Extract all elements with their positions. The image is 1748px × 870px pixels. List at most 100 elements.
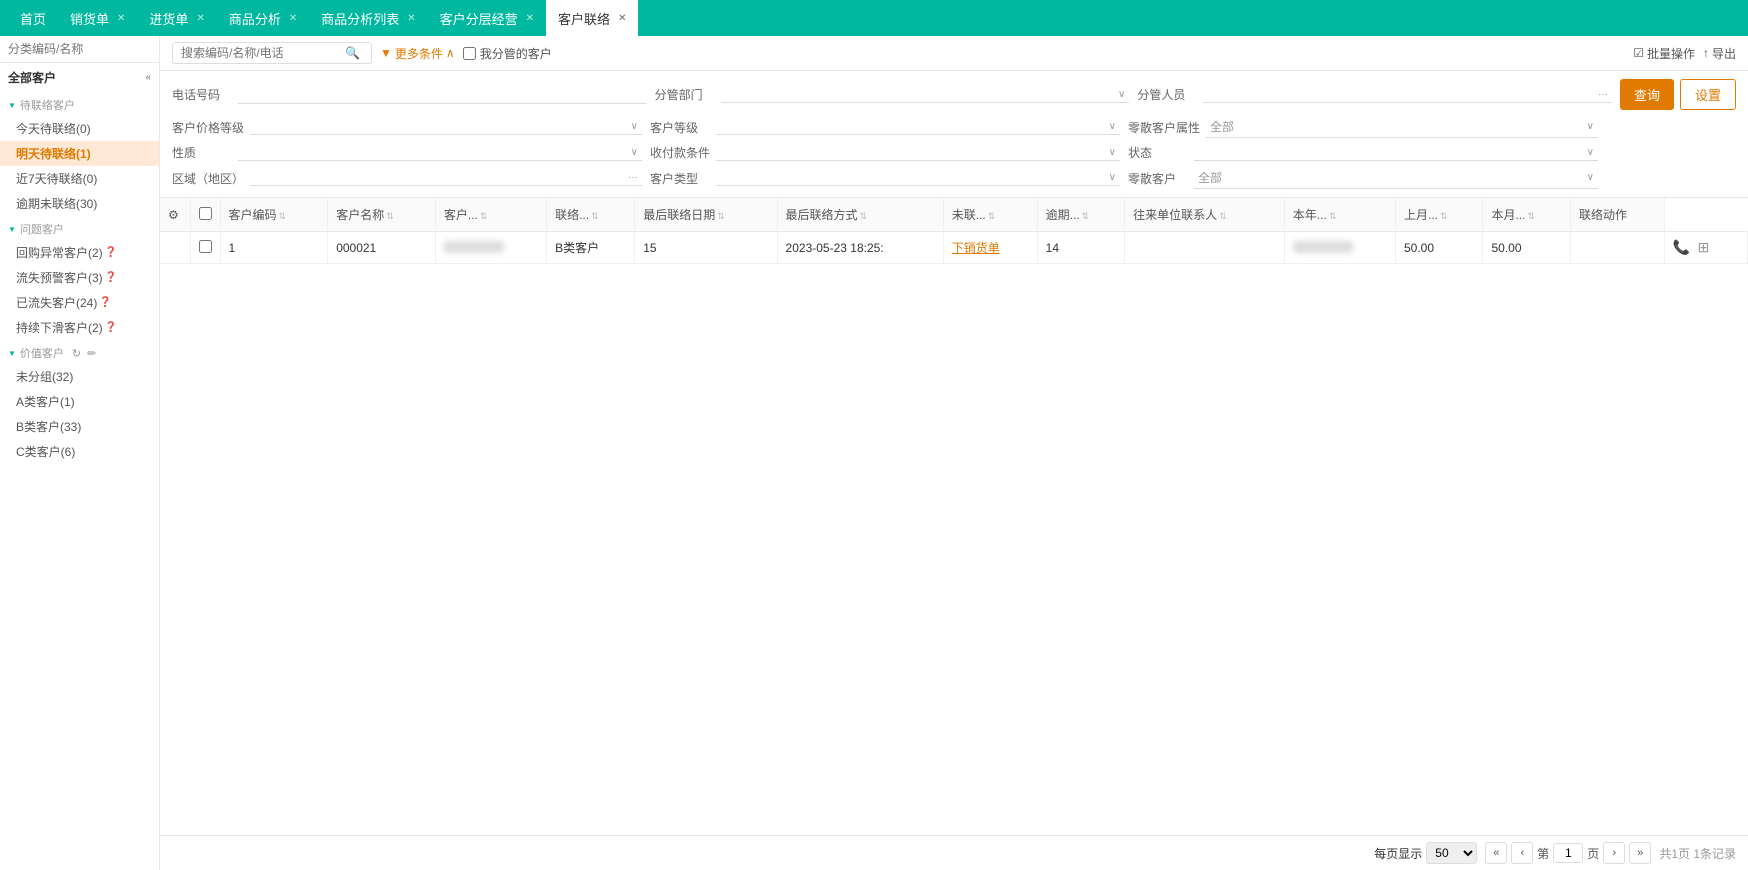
col-last-contact-method: 最后联络方式⇅ bbox=[777, 198, 943, 232]
row-contact-person bbox=[1284, 232, 1395, 264]
sidebar-item-repurchase-anomaly[interactable]: 回购异常客户(2) ❓ bbox=[0, 240, 159, 265]
sort-icon-type[interactable]: ⇅ bbox=[480, 211, 488, 221]
sidebar-item-class-c[interactable]: C类客户(6) bbox=[0, 439, 159, 464]
row-last-contact-method[interactable]: 下销货单 bbox=[943, 232, 1037, 264]
query-button[interactable]: 查询 bbox=[1620, 79, 1674, 110]
row-checkbox[interactable] bbox=[190, 232, 220, 264]
nav-close-customer-contact[interactable]: ✕ bbox=[618, 13, 626, 24]
row-last-contact-date: 2023-05-23 18:25: bbox=[777, 232, 943, 264]
set-button[interactable]: 设置 bbox=[1680, 79, 1736, 110]
filter-nature-select[interactable]: ∨ bbox=[238, 145, 642, 161]
row-last-month: 50.00 bbox=[1483, 232, 1570, 264]
nav-product-analysis-list[interactable]: 商品分析列表 ✕ bbox=[309, 0, 427, 36]
sort-icon-last-month[interactable]: ⇅ bbox=[1440, 211, 1448, 221]
sidebar-item-churn-warning[interactable]: 流失预警客户(3) ❓ bbox=[0, 265, 159, 290]
my-customer-checkbox[interactable] bbox=[463, 47, 476, 60]
nav-close-customer-layering[interactable]: ✕ bbox=[526, 13, 534, 24]
export-button[interactable]: ↑ 导出 bbox=[1703, 45, 1736, 62]
sidebar-item-churned[interactable]: 已流失客户(24) ❓ bbox=[0, 290, 159, 315]
filter-region-select[interactable]: ··· bbox=[250, 170, 642, 186]
sort-icon-contact[interactable]: ⇅ bbox=[591, 211, 599, 221]
col-contact-person: 往来单位联系人⇅ bbox=[1125, 198, 1285, 232]
main-layout: 🔍 全部客户 « 待联络客户 今天待联络(0) 明天待联络(1) 近7天待联络(… bbox=[0, 36, 1748, 870]
batch-operation-button[interactable]: ☑ 批量操作 bbox=[1633, 45, 1695, 62]
sort-icon-code[interactable]: ⇅ bbox=[279, 211, 287, 221]
row-contact-count: 15 bbox=[635, 232, 777, 264]
row-not-contacted: 14 bbox=[1037, 232, 1124, 264]
more-filter-button[interactable]: ▼ 更多条件 ∧ bbox=[380, 45, 455, 62]
filter-payment-terms-select[interactable]: ∨ bbox=[716, 145, 1120, 161]
sort-icon-this-month[interactable]: ⇅ bbox=[1527, 211, 1535, 221]
sort-icon-date[interactable]: ⇅ bbox=[717, 211, 725, 221]
nav-customer-contact[interactable]: 客户联络 ✕ bbox=[546, 0, 638, 36]
row-customer-type: B类客户 bbox=[547, 232, 635, 264]
page-navigation: « ‹ 第 页 › » bbox=[1485, 842, 1651, 864]
sidebar-item-tomorrow-contact[interactable]: 明天待联络(1) bbox=[0, 141, 159, 166]
my-customer-checkbox-label[interactable]: 我分管的客户 bbox=[463, 45, 552, 62]
more-filter-arrow: ∧ bbox=[446, 46, 455, 60]
export-icon: ↑ bbox=[1703, 46, 1709, 60]
nav-product-analysis[interactable]: 商品分析 ✕ bbox=[217, 0, 309, 36]
sidebar-item-overdue-contact[interactable]: 逾期未联络(30) bbox=[0, 191, 159, 216]
value-customer-edit-icon[interactable]: ✏ bbox=[87, 347, 96, 360]
sort-icon-overdue[interactable]: ⇅ bbox=[1082, 211, 1090, 221]
row-this-month bbox=[1570, 232, 1664, 264]
sidebar-item-7days-contact[interactable]: 近7天待联络(0) bbox=[0, 166, 159, 191]
last-page-button[interactable]: » bbox=[1629, 842, 1651, 864]
row-overdue bbox=[1125, 232, 1285, 264]
value-customer-refresh-icon[interactable]: ↻ bbox=[72, 347, 81, 360]
nav-purchase-order[interactable]: 进货单 ✕ bbox=[137, 0, 216, 36]
nav-close-purchase-order[interactable]: ✕ bbox=[196, 13, 204, 24]
sidebar-item-today-contact[interactable]: 今天待联络(0) bbox=[0, 116, 159, 141]
sort-icon-year[interactable]: ⇅ bbox=[1329, 211, 1337, 221]
sidebar-item-ungrouped[interactable]: 未分组(32) bbox=[0, 364, 159, 389]
filter-retail-attr-select[interactable]: 全部∨ bbox=[1206, 116, 1598, 138]
nav-close-sales-order[interactable]: ✕ bbox=[117, 13, 125, 24]
filter-row-2: 客户价格等级 ∨ 客户等级 ∨ 零散客户属性 全部∨ bbox=[172, 116, 1736, 138]
col-checkbox-header[interactable] bbox=[190, 198, 220, 232]
next-page-button[interactable]: › bbox=[1603, 842, 1625, 864]
search-bar-right: ☑ 批量操作 ↑ 导出 bbox=[1633, 45, 1736, 62]
table-area: ⚙ 客户编码⇅ 客户名称⇅ 客户...⇅ 联络...⇅ 最后联络日期⇅ 最后联络… bbox=[160, 198, 1748, 835]
sort-icon-person[interactable]: ⇅ bbox=[1219, 211, 1227, 221]
filter-customer-level-select[interactable]: ∨ bbox=[716, 119, 1120, 135]
col-customer-name: 客户名称⇅ bbox=[328, 198, 436, 232]
row-action-phone-icon[interactable]: 📞 bbox=[1673, 239, 1690, 255]
row-settings bbox=[160, 232, 190, 264]
filter-row-1: 电话号码 分管部门 ∨ 分管人员 ··· 查询 设置 bbox=[172, 79, 1736, 110]
nav-home[interactable]: 首页 bbox=[8, 0, 58, 36]
filter-person-select[interactable]: ··· bbox=[1203, 87, 1612, 103]
row-select-checkbox[interactable] bbox=[199, 240, 212, 253]
select-all-checkbox[interactable] bbox=[199, 207, 212, 220]
first-page-button[interactable]: « bbox=[1485, 842, 1507, 864]
prev-page-button[interactable]: ‹ bbox=[1511, 842, 1533, 864]
sort-icon-method[interactable]: ⇅ bbox=[860, 211, 868, 221]
sidebar-item-class-b[interactable]: B类客户(33) bbox=[0, 414, 159, 439]
filter-retail-attr: 零散客户属性 全部∨ bbox=[1128, 116, 1598, 138]
nav-close-product-analysis-list[interactable]: ✕ bbox=[407, 13, 415, 24]
page-size-dropdown[interactable]: 50 10 20 100 bbox=[1426, 842, 1477, 864]
filter-price-level-select[interactable]: ∨ bbox=[250, 119, 642, 135]
sort-icon-name[interactable]: ⇅ bbox=[386, 211, 394, 221]
nav-close-product-analysis[interactable]: ✕ bbox=[289, 13, 297, 24]
help-icon-churn-warning: ❓ bbox=[105, 272, 117, 283]
col-settings[interactable]: ⚙ bbox=[160, 198, 190, 232]
sort-icon-not-contacted[interactable]: ⇅ bbox=[988, 211, 996, 221]
sidebar-all-customers[interactable]: 全部客户 « bbox=[0, 63, 159, 92]
search-icon[interactable]: 🔍 bbox=[345, 46, 360, 60]
sidebar-item-declining[interactable]: 持续下滑客户(2) ❓ bbox=[0, 315, 159, 340]
filter-phone-input[interactable] bbox=[238, 85, 647, 104]
filter-customer-type-select[interactable]: ∨ bbox=[716, 170, 1120, 186]
filter-retail-customer-select[interactable]: 全部∨ bbox=[1194, 167, 1598, 189]
sidebar-item-class-a[interactable]: A类客户(1) bbox=[0, 389, 159, 414]
sidebar-collapse-icon: « bbox=[145, 72, 151, 83]
filter-phone: 电话号码 bbox=[172, 85, 647, 104]
nav-customer-layering[interactable]: 客户分层经营 ✕ bbox=[428, 0, 546, 36]
nav-sales-order[interactable]: 销货单 ✕ bbox=[58, 0, 137, 36]
filter-status-select[interactable]: ∨ bbox=[1194, 145, 1598, 161]
row-action-grid-icon[interactable]: ⊞ bbox=[1698, 239, 1710, 255]
search-input[interactable] bbox=[181, 46, 341, 60]
sidebar-search-input[interactable] bbox=[8, 42, 160, 56]
filter-department-select[interactable]: ∨ bbox=[721, 87, 1130, 103]
page-number-input[interactable] bbox=[1553, 843, 1583, 863]
